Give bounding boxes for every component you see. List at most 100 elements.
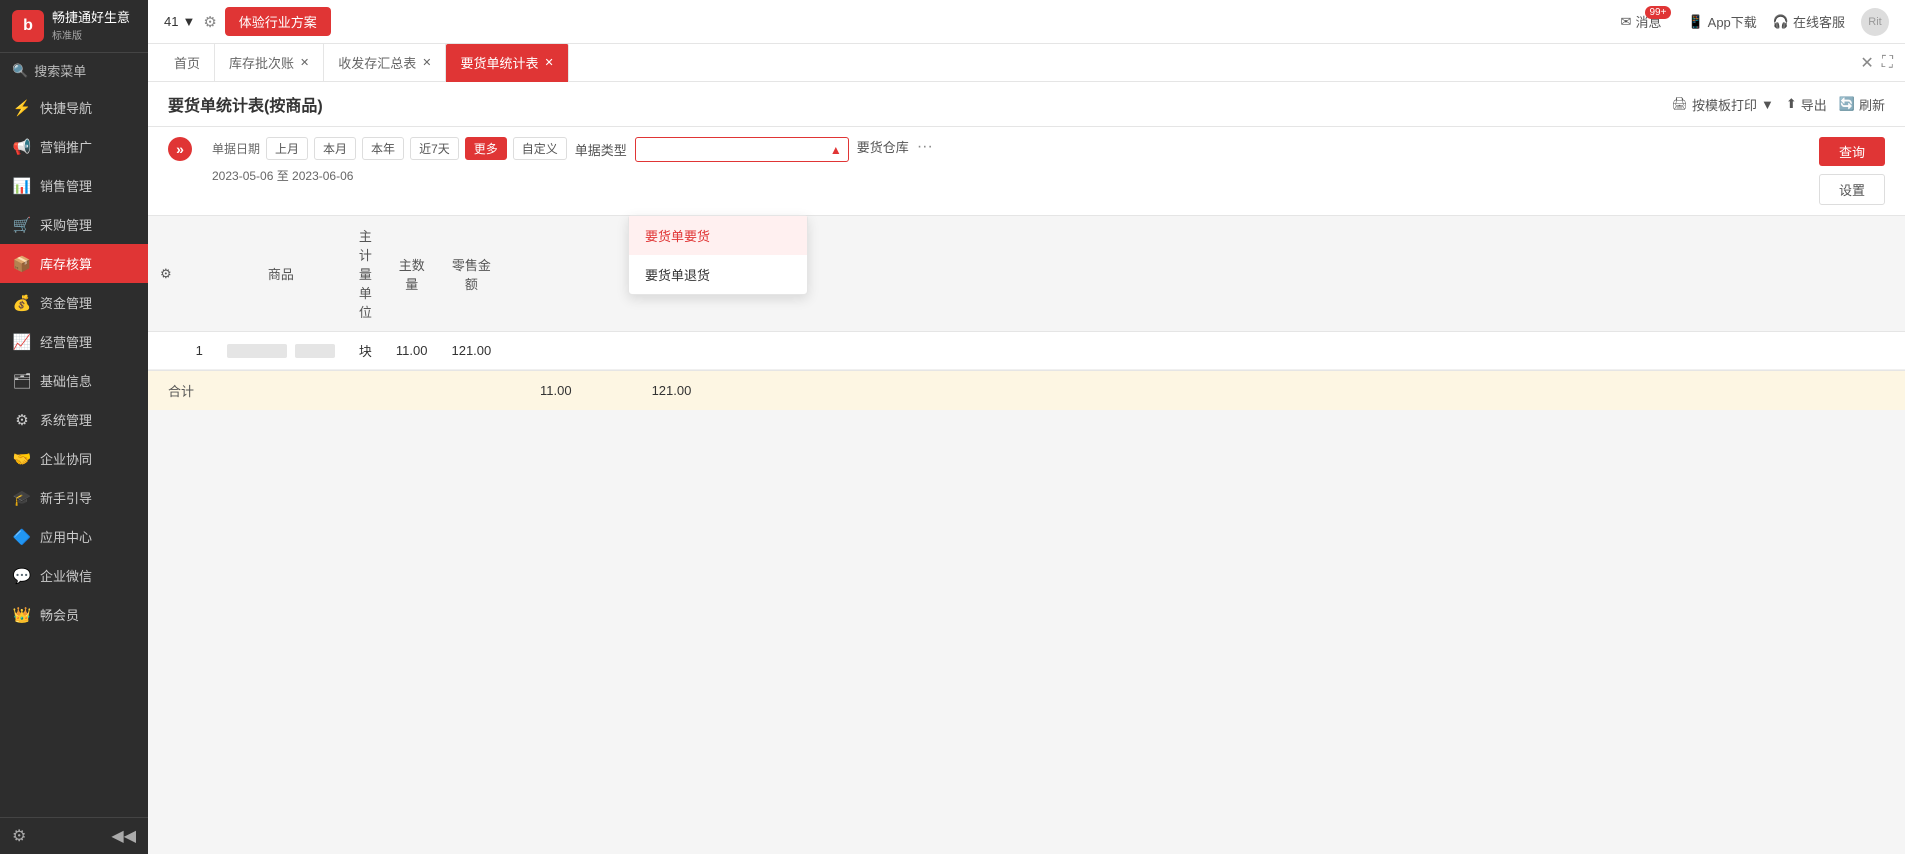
sidebar: b 畅捷通好生意 标准版 🔍 搜索菜单 ⚡ 快捷导航 📢 营销推广 📊 销售管理… bbox=[0, 0, 148, 854]
sidebar-item-label: 快捷导航 bbox=[40, 98, 92, 117]
tab-summary-close[interactable]: ✕ bbox=[422, 56, 431, 69]
sidebar-collapse-icon[interactable]: ◀◀ bbox=[111, 826, 136, 846]
filter-bar: » 单据日期 上月 本月 本年 近7天 更多 自定义 2023-05-06 至 … bbox=[148, 127, 1905, 216]
tab-order-stats-close[interactable]: ✕ bbox=[545, 56, 554, 69]
app-title: 畅捷通好生意 bbox=[52, 10, 130, 27]
collab-icon: 🤝 bbox=[12, 450, 32, 468]
sidebar-item-finance[interactable]: 💰 资金管理 bbox=[0, 283, 148, 322]
app-subtitle: 标准版 bbox=[52, 27, 130, 42]
topbar-left: 41 ▼ ⚙ 体验行业方案 bbox=[164, 7, 1609, 36]
sidebar-item-business[interactable]: 📈 经营管理 bbox=[0, 322, 148, 361]
this-year-btn[interactable]: 本年 bbox=[362, 137, 404, 160]
sidebar-item-member[interactable]: 👑 畅会员 bbox=[0, 595, 148, 634]
dropdown-item-return[interactable]: 要货单退货 bbox=[629, 255, 807, 294]
appstore-icon: 🔷 bbox=[12, 528, 32, 546]
sidebar-item-purchase[interactable]: 🛒 采购管理 bbox=[0, 205, 148, 244]
sidebar-item-guide[interactable]: 🎓 新手引导 bbox=[0, 478, 148, 517]
sidebar-item-label: 企业微信 bbox=[40, 566, 92, 585]
app-logo-icon: b bbox=[12, 10, 44, 42]
wechat-icon: 💬 bbox=[12, 567, 32, 585]
this-month-btn[interactable]: 本月 bbox=[314, 137, 356, 160]
settings-button[interactable]: 设置 bbox=[1819, 174, 1885, 205]
date-filter: 单据日期 上月 本月 本年 近7天 更多 自定义 2023-05-06 至 20… bbox=[212, 137, 567, 184]
sidebar-item-label: 畅会员 bbox=[40, 605, 79, 624]
sidebar-item-label: 新手引导 bbox=[40, 488, 92, 507]
tab-batch-close[interactable]: ✕ bbox=[300, 56, 309, 69]
message-badge: 99+ bbox=[1645, 6, 1672, 19]
custom-btn[interactable]: 自定义 bbox=[513, 137, 567, 160]
warehouse-more-icon[interactable]: ··· bbox=[917, 138, 933, 156]
type-arrow-icon[interactable]: ▲ bbox=[830, 143, 842, 157]
th-quantity: 主数量 bbox=[384, 216, 440, 332]
td-unit: 块 bbox=[347, 332, 384, 370]
th-product: 商品 bbox=[215, 216, 347, 332]
sidebar-item-label: 系统管理 bbox=[40, 410, 92, 429]
topbar-gear-icon[interactable]: ⚙ bbox=[203, 13, 216, 31]
tab-order-stats[interactable]: 要货单统计表 ✕ bbox=[446, 44, 568, 82]
tab-home[interactable]: 首页 bbox=[160, 44, 215, 82]
app-download-button[interactable]: 📱 App下载 bbox=[1687, 12, 1756, 31]
type-input-wrap[interactable]: ▲ bbox=[635, 137, 849, 162]
sidebar-footer: ⚙ ◀◀ bbox=[0, 817, 148, 854]
sidebar-item-system[interactable]: ⚙ 系统管理 bbox=[0, 400, 148, 439]
app-title-group: 畅捷通好生意 标准版 bbox=[52, 10, 130, 42]
last-month-btn[interactable]: 上月 bbox=[266, 137, 308, 160]
td-product bbox=[215, 332, 347, 370]
tab-expand-icon[interactable]: ⛶ bbox=[1882, 54, 1893, 72]
filter-expand-button[interactable]: » bbox=[168, 137, 192, 161]
query-button[interactable]: 查询 bbox=[1819, 137, 1885, 166]
avatar[interactable]: Rit bbox=[1861, 8, 1889, 36]
tab-batch[interactable]: 库存批次账 ✕ bbox=[215, 44, 324, 82]
product-name-placeholder bbox=[227, 344, 287, 358]
th-gear[interactable]: ⚙ bbox=[148, 216, 184, 332]
export-button[interactable]: ⬆ 导出 bbox=[1786, 95, 1827, 114]
tab-summary[interactable]: 收发存汇总表 ✕ bbox=[324, 44, 446, 82]
sidebar-settings-icon[interactable]: ⚙ bbox=[12, 826, 26, 846]
purchase-icon: 🛒 bbox=[12, 216, 32, 234]
online-service-button[interactable]: 🎧 在线客服 bbox=[1773, 12, 1845, 31]
template-print-button[interactable]: 🖨 按模板打印 ▼ bbox=[1671, 95, 1773, 114]
shortcut-icon: ⚡ bbox=[12, 99, 32, 117]
date-filter-label: 单据日期 bbox=[212, 140, 260, 157]
refresh-button[interactable]: 🔄 刷新 bbox=[1839, 95, 1885, 114]
table-footer: 合计 11.00 121.00 bbox=[148, 370, 1905, 410]
sidebar-item-shortcut[interactable]: ⚡ 快捷导航 bbox=[0, 88, 148, 127]
sidebar-item-wechat[interactable]: 💬 企业微信 bbox=[0, 556, 148, 595]
company-num: 41 bbox=[164, 14, 178, 29]
filter-group: 单据日期 上月 本月 本年 近7天 更多 自定义 2023-05-06 至 20… bbox=[212, 137, 1799, 184]
sidebar-item-basic[interactable]: 🗂 基础信息 bbox=[0, 361, 148, 400]
th-no bbox=[184, 216, 215, 332]
sidebar-search[interactable]: 🔍 搜索菜单 bbox=[0, 53, 148, 88]
footer-label: 合计 bbox=[168, 381, 228, 400]
sidebar-item-sales[interactable]: 📊 销售管理 bbox=[0, 166, 148, 205]
type-input[interactable] bbox=[636, 138, 848, 161]
more-btn[interactable]: 更多 bbox=[465, 137, 507, 160]
tab-home-label: 首页 bbox=[174, 53, 200, 72]
messages-button[interactable]: ✉ 消息 99+ bbox=[1621, 12, 1662, 31]
tab-close-all-icon[interactable]: ✕ bbox=[1860, 53, 1873, 73]
sidebar-item-inventory[interactable]: 📦 库存核算 bbox=[0, 244, 148, 283]
sidebar-item-collab[interactable]: 🤝 企业协同 bbox=[0, 439, 148, 478]
warehouse-label: 要货仓库 bbox=[857, 137, 909, 156]
footer-amount: 121.00 bbox=[652, 383, 692, 398]
page-header-actions: 🖨 按模板打印 ▼ ⬆ 导出 🔄 刷新 bbox=[1671, 95, 1885, 124]
sidebar-item-appstore[interactable]: 🔷 应用中心 bbox=[0, 517, 148, 556]
sidebar-item-label: 资金管理 bbox=[40, 293, 92, 312]
last-7-days-btn[interactable]: 近7天 bbox=[410, 137, 459, 160]
printer-icon: 🖨 bbox=[1671, 96, 1688, 112]
dropdown-item-order[interactable]: 要货单要货 bbox=[629, 216, 807, 255]
tab-order-stats-label: 要货单统计表 bbox=[460, 53, 538, 72]
filter-right-actions: 查询 设置 bbox=[1819, 137, 1885, 205]
warehouse-filter: 要货仓库 ··· bbox=[857, 137, 941, 156]
service-icon: 🎧 bbox=[1773, 14, 1789, 30]
topbar-right: ✉ 消息 99+ 📱 App下载 🎧 在线客服 Rit bbox=[1621, 8, 1889, 36]
td-empty bbox=[503, 332, 1905, 370]
company-selector[interactable]: 41 ▼ bbox=[164, 14, 195, 29]
business-icon: 📈 bbox=[12, 333, 32, 351]
sidebar-item-marketing[interactable]: 📢 营销推广 bbox=[0, 127, 148, 166]
td-quantity: 11.00 bbox=[384, 332, 440, 370]
td-no: 1 bbox=[184, 332, 215, 370]
trial-button[interactable]: 体验行业方案 bbox=[225, 7, 331, 36]
refresh-icon: 🔄 bbox=[1839, 96, 1855, 112]
data-table-wrap: ⚙ 商品 主计量单位 主数量 零售金额 1 bbox=[148, 216, 1905, 370]
